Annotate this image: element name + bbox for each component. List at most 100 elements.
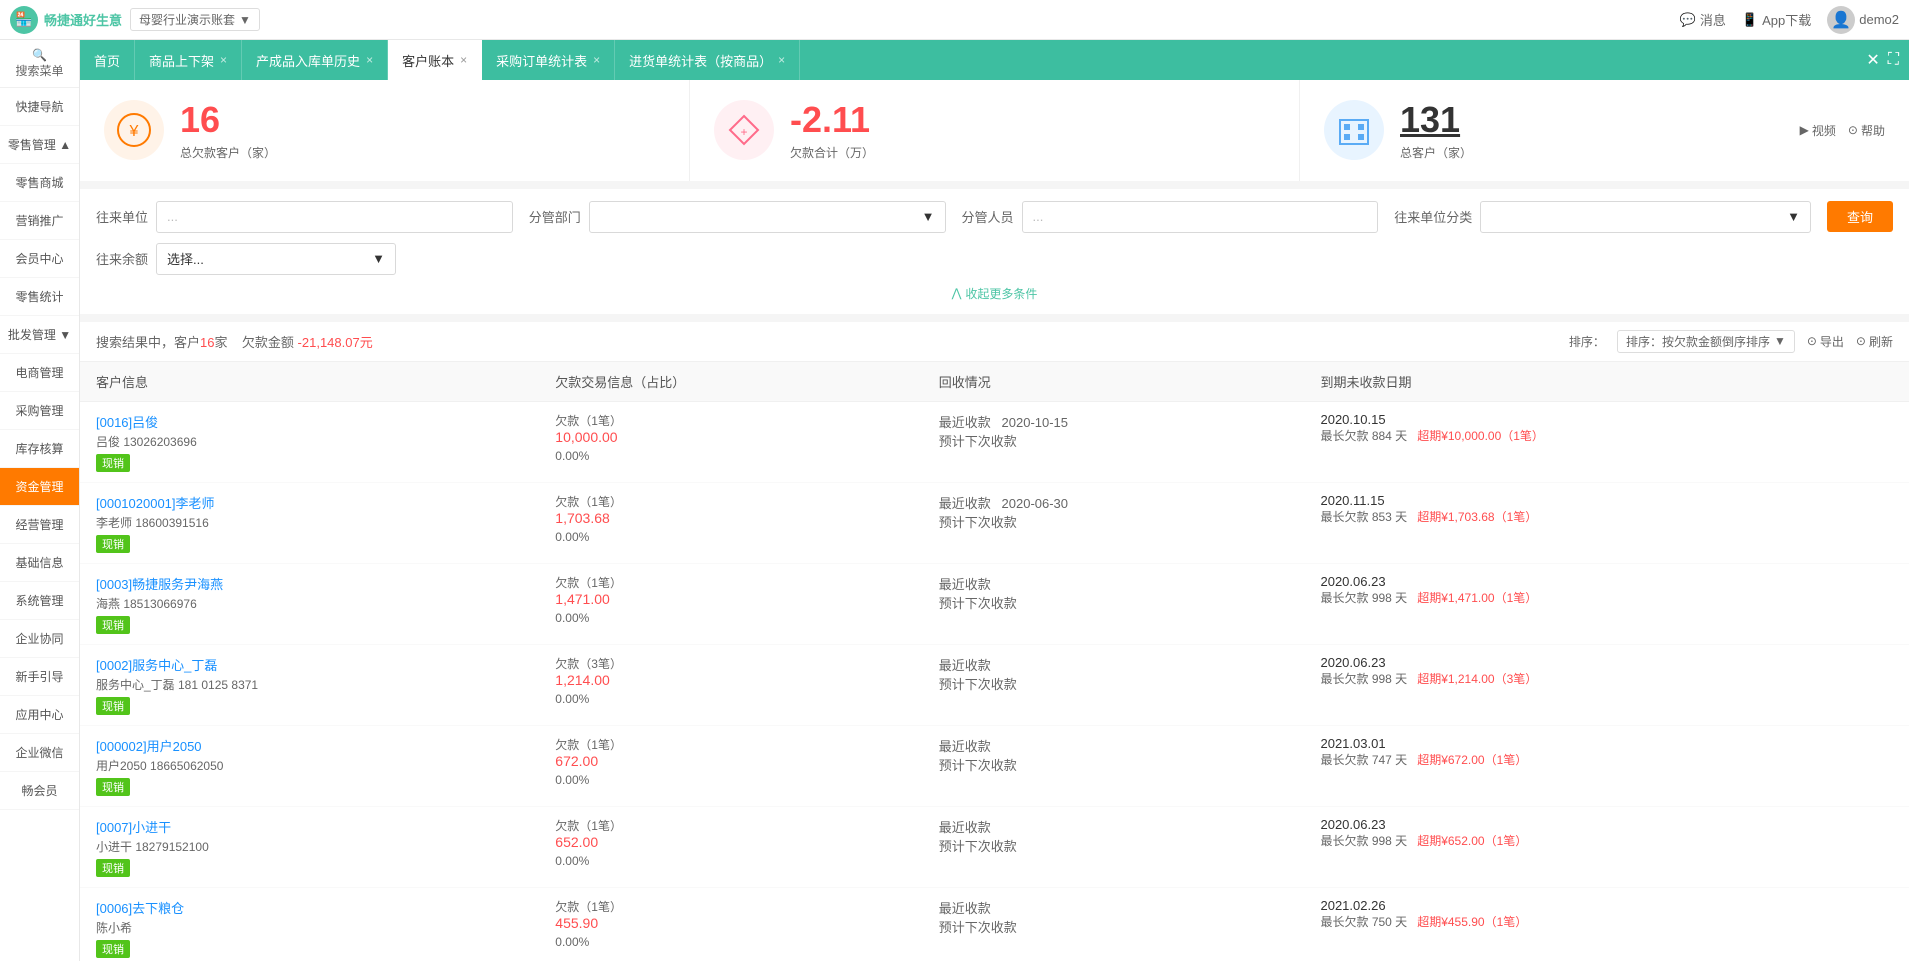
brand-icon: 🏪 [10, 6, 38, 34]
sidebar-item-basic-info[interactable]: 基础信息 [0, 544, 79, 582]
customer-id-link[interactable]: [0007]小进干 [96, 817, 523, 836]
sidebar-item-wholesale[interactable]: 批发管理 ▼ [0, 316, 79, 354]
debt-count: 欠款（3笔） [555, 655, 906, 672]
overdue-days: 最长欠款 750 天 [1320, 915, 1413, 929]
overdue-amount-link[interactable]: 超期¥1,471.00（1笔） [1417, 591, 1537, 605]
query-button[interactable]: 查询 [1827, 201, 1893, 232]
debt-info-cell: 欠款（1笔） 672.00 0.00% [539, 725, 922, 806]
stat-body-total: 131 总客户（家） [1400, 100, 1472, 161]
sidebar-item-retail-stats[interactable]: 零售统计 [0, 278, 79, 316]
customer-id-link[interactable]: [000002]用户2050 [96, 736, 523, 755]
overdue-amount-link[interactable]: 超期¥455.90（1笔） [1417, 915, 1527, 929]
collapse-row[interactable]: ⋀ 收起更多条件 [96, 285, 1893, 302]
sidebar-item-ecommerce[interactable]: 电商管理 [0, 354, 79, 392]
tab-close-icon[interactable]: × [593, 53, 600, 67]
industry-selector[interactable]: 母婴行业演示账套 ▼ [130, 8, 260, 31]
sidebar-item-app-center[interactable]: 应用中心 [0, 696, 79, 734]
result-actions: 排序： 排序：按欠款金额倒序排序 ▼ ⊙ 导出 ⊙ 刷新 [1569, 330, 1893, 353]
filter-supplier-input[interactable]: ... [156, 201, 513, 233]
debt-info-cell: 欠款（1笔） 10,000.00 0.00% [539, 401, 922, 482]
filter-person-input[interactable]: ... [1022, 201, 1379, 233]
help-action[interactable]: ⊙ 帮助 [1848, 122, 1885, 139]
overdue-amount-link[interactable]: 超期¥1,703.68（1笔） [1417, 510, 1537, 524]
sidebar-item-marketing[interactable]: 营销推广 [0, 202, 79, 240]
message-action[interactable]: 💬 消息 [1680, 10, 1726, 29]
sidebar-label: 零售商城 [15, 176, 63, 190]
overdue-amount-link[interactable]: 超期¥1,214.00（3笔） [1417, 672, 1537, 686]
sidebar-item-purchase[interactable]: 采购管理 [0, 392, 79, 430]
debt-amount[interactable]: 10,000.00 [555, 429, 906, 445]
refresh-button[interactable]: ⊙ 刷新 [1856, 333, 1893, 350]
filter-supplier-label: 往来单位 [96, 207, 148, 226]
sidebar-label: 库存核算 [15, 442, 63, 456]
overdue-days: 最长欠款 747 天 [1320, 753, 1413, 767]
sidebar-item-member[interactable]: 会员中心 [0, 240, 79, 278]
video-action[interactable]: ▶ 视频 [1800, 122, 1836, 139]
filter-category: 往来单位分类 ▼ [1394, 201, 1811, 233]
tab-label: 进货单统计表（按商品） [629, 51, 772, 70]
customer-id-link[interactable]: [0003]畅捷服务尹海燕 [96, 574, 523, 593]
app-download-action[interactable]: 📱 App下载 [1742, 10, 1811, 29]
customer-id-link[interactable]: [0002]服务中心_丁磊 [96, 655, 523, 674]
debt-amount[interactable]: 455.90 [555, 915, 906, 931]
overdue-amount-link[interactable]: 超期¥672.00（1笔） [1417, 753, 1527, 767]
customer-id-link[interactable]: [0016]吕俊 [96, 412, 523, 431]
tab-close-icon[interactable]: × [220, 53, 227, 67]
content-area: 首页 商品上下架 × 产成品入库单历史 × 客户账本 × 采购订单统计表 × [80, 40, 1909, 961]
last-collection-label: 最近收款 2020-10-15 [939, 412, 1289, 431]
last-collection-label: 最近收款 [939, 655, 1289, 674]
customer-status-badge: 现销 [96, 454, 130, 472]
export-button[interactable]: ⊙ 导出 [1807, 333, 1844, 350]
top-bar: 🏪 畅捷通好生意 母婴行业演示账套 ▼ 💬 消息 📱 App下载 👤 dem [0, 0, 1909, 40]
tab-close-icon[interactable]: × [460, 53, 467, 67]
sidebar: 🔍 搜索菜单 快捷导航 零售管理 ▲ 零售商城 营销推广 会员中心 零售统计 批… [0, 40, 80, 961]
customer-info-cell: [0006]去下粮仓 陈小希 现销 [80, 887, 539, 961]
sidebar-item-operations[interactable]: 经营管理 [0, 506, 79, 544]
table-header-row: 客户信息 欠款交易信息（占比） 回收情况 到期未收款日期 [80, 362, 1909, 402]
debt-amount[interactable]: 1,471.00 [555, 591, 906, 607]
user-profile[interactable]: 👤 demo2 [1827, 6, 1899, 34]
sidebar-item-retail-mall[interactable]: 零售商城 [0, 164, 79, 202]
customer-id-link[interactable]: [0006]去下粮仓 [96, 898, 523, 917]
debt-amount[interactable]: 672.00 [555, 753, 906, 769]
customer-id-link[interactable]: [0001020001]李老师 [96, 493, 523, 512]
tab-inbound-history[interactable]: 产成品入库单历史 × [242, 40, 388, 80]
sidebar-item-quick-nav[interactable]: 快捷导航 [0, 88, 79, 126]
debt-amount[interactable]: 1,214.00 [555, 672, 906, 688]
collection-cell: 最近收款 预计下次收款 [923, 725, 1305, 806]
filter-balance-select[interactable]: 选择... ▼ [156, 243, 396, 275]
sidebar-item-finance[interactable]: 资金管理 [0, 468, 79, 506]
customer-phone: 用户2050 18665062050 [96, 757, 523, 774]
app-wrapper: 🏪 畅捷通好生意 母婴行业演示账套 ▼ 💬 消息 📱 App下载 👤 dem [0, 0, 1909, 961]
sidebar-item-system[interactable]: 系统管理 [0, 582, 79, 620]
tab-customer-account[interactable]: 客户账本 × [388, 40, 482, 80]
sidebar-item-wecom[interactable]: 企业微信 [0, 734, 79, 772]
export-label: 导出 [1820, 333, 1844, 350]
stat-label-debt-customers: 总欠款客户（家） [180, 144, 276, 161]
sort-select[interactable]: 排序：按欠款金额倒序排序 ▼ [1617, 330, 1795, 353]
tab-close-icon[interactable]: × [366, 53, 373, 67]
tab-close-icon[interactable]: × [778, 53, 785, 67]
sidebar-item-collaboration[interactable]: 企业协同 [0, 620, 79, 658]
tab-bar-actions: ✕ ⛶ [1866, 50, 1909, 70]
overdue-info: 最长欠款 750 天 超期¥455.90（1笔） [1320, 913, 1893, 930]
tab-home[interactable]: 首页 [80, 40, 135, 80]
overdue-amount-link[interactable]: 超期¥10,000.00（1笔） [1417, 429, 1544, 443]
tab-expand-btn[interactable]: ⛶ [1888, 51, 1899, 69]
sidebar-item-inventory[interactable]: 库存核算 [0, 430, 79, 468]
tab-inbound-stats[interactable]: 进货单统计表（按商品） × [615, 40, 800, 80]
filter-dept-select[interactable]: ▼ [589, 201, 946, 233]
tab-purchase-order-stats[interactable]: 采购订单统计表 × [482, 40, 615, 80]
debt-amount[interactable]: 652.00 [555, 834, 906, 850]
sidebar-search[interactable]: 🔍 搜索菜单 [0, 40, 79, 88]
tab-product-listing[interactable]: 商品上下架 × [135, 40, 242, 80]
sidebar-item-member-plus[interactable]: 畅会员 [0, 772, 79, 810]
sidebar-item-retail-manage[interactable]: 零售管理 ▲ [0, 126, 79, 164]
filter-category-select[interactable]: ▼ [1480, 201, 1811, 233]
debt-amount[interactable]: 1,703.68 [555, 510, 906, 526]
filter-area: 往来单位 ... 分管部门 ▼ [80, 189, 1909, 314]
overdue-amount-link[interactable]: 超期¥652.00（1笔） [1417, 834, 1527, 848]
sidebar-item-guide[interactable]: 新手引导 [0, 658, 79, 696]
stat-body-debt-total: -2.11 欠款合计（万） [790, 100, 874, 161]
tab-close-all-btn[interactable]: ✕ [1866, 50, 1879, 70]
